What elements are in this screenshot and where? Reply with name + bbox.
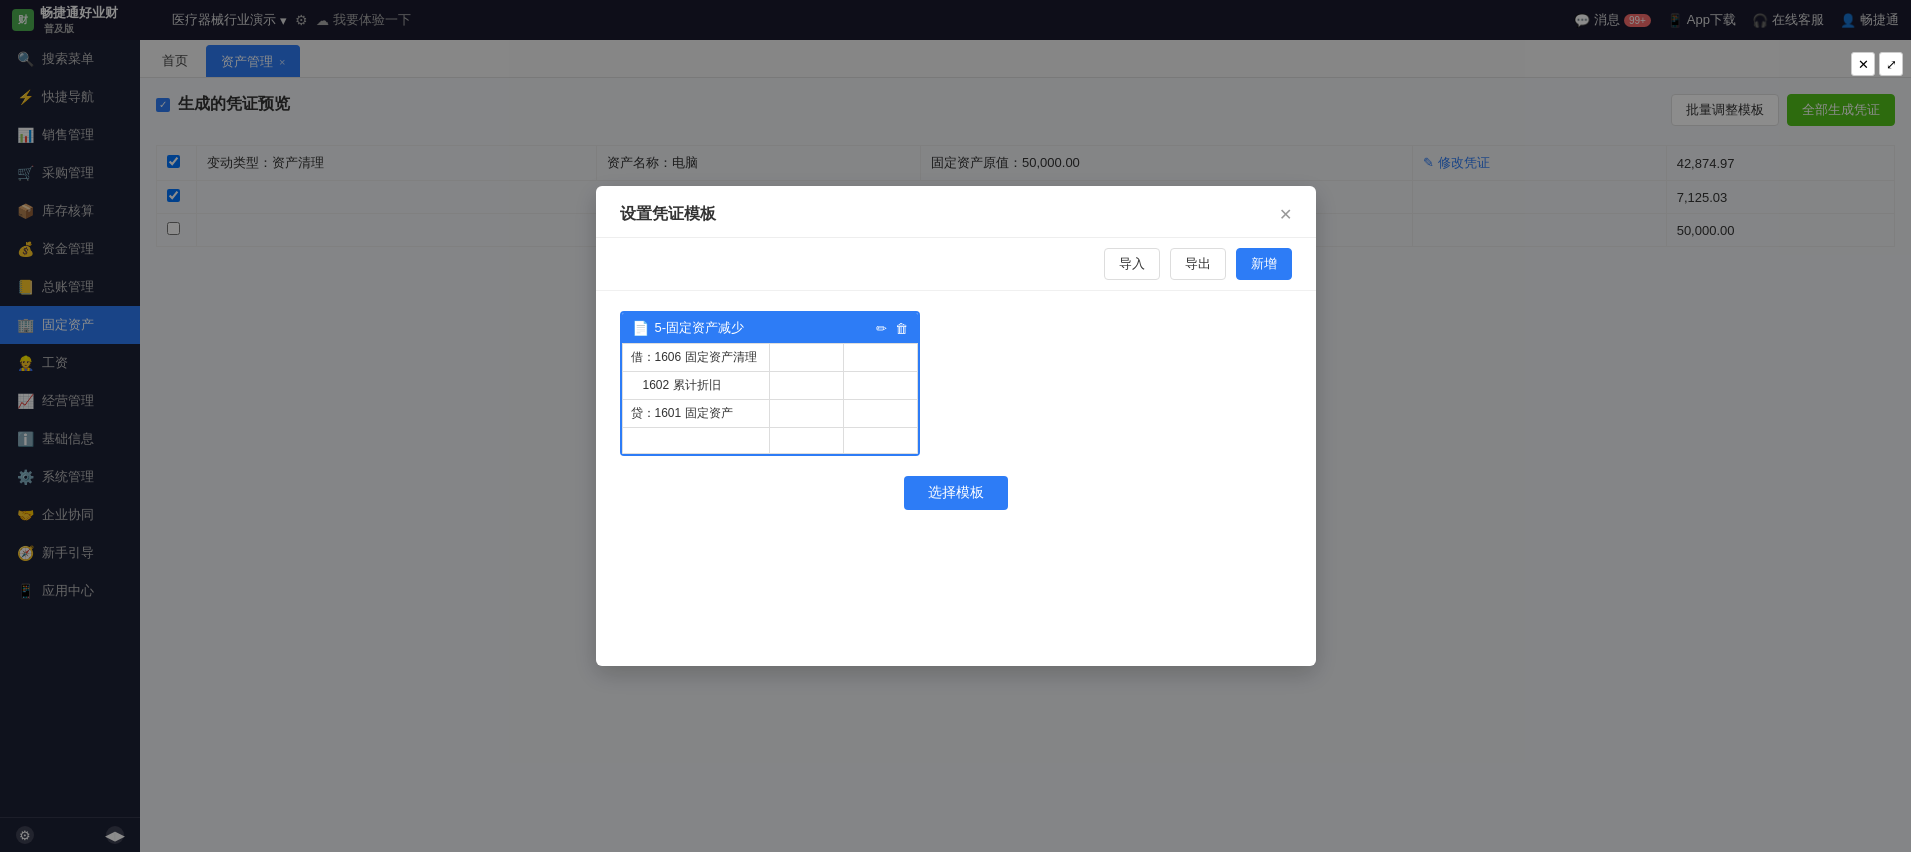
template-delete-icon[interactable]: 🗑 xyxy=(895,321,908,336)
template-header-actions: ✏ 🗑 xyxy=(876,321,908,336)
entry-direction-4 xyxy=(622,428,770,454)
modal-overlay: ✕ ⤢ 设置凭证模板 ✕ 导入 导出 新增 📄 5-固定资产减少 xyxy=(0,0,1911,852)
entry-direction-2: 1602 累计折旧 xyxy=(622,372,770,400)
select-template-container: 选择模板 xyxy=(620,476,1292,510)
import-btn[interactable]: 导入 xyxy=(1104,248,1160,280)
window-controls: ✕ ⤢ xyxy=(1851,52,1903,76)
entry-col3-3 xyxy=(843,400,917,428)
modal-body: 📄 5-固定资产减少 ✏ 🗑 借：1606 固定资产清理 xyxy=(596,291,1316,666)
entry-col3-4 xyxy=(843,428,917,454)
entry-col3-2 xyxy=(843,372,917,400)
expand-window-btn[interactable]: ⤢ xyxy=(1879,52,1903,76)
modal-close-btn[interactable]: ✕ xyxy=(1279,205,1292,224)
modal-dialog: 设置凭证模板 ✕ 导入 导出 新增 📄 5-固定资产减少 ✏ 🗑 xyxy=(596,186,1316,666)
modal-header: 设置凭证模板 ✕ xyxy=(596,186,1316,238)
close-window-icon: ✕ xyxy=(1858,57,1869,72)
modal-title: 设置凭证模板 xyxy=(620,204,716,225)
new-btn[interactable]: 新增 xyxy=(1236,248,1292,280)
template-doc-icon: 📄 xyxy=(632,320,649,336)
template-entry-row xyxy=(622,428,917,454)
expand-window-icon: ⤢ xyxy=(1886,57,1897,72)
export-btn[interactable]: 导出 xyxy=(1170,248,1226,280)
entry-amount-2 xyxy=(770,372,844,400)
template-entry-row: 1602 累计折旧 xyxy=(622,372,917,400)
entry-amount-1 xyxy=(770,344,844,372)
close-window-btn[interactable]: ✕ xyxy=(1851,52,1875,76)
template-entry-row: 贷：1601 固定资产 xyxy=(622,400,917,428)
template-header-left: 📄 5-固定资产减少 xyxy=(632,319,745,337)
entry-amount-4 xyxy=(770,428,844,454)
modal-toolbar: 导入 导出 新增 xyxy=(596,238,1316,291)
template-entry-row: 借：1606 固定资产清理 xyxy=(622,344,917,372)
entry-direction-1: 借：1606 固定资产清理 xyxy=(622,344,770,372)
template-entries-table: 借：1606 固定资产清理 1602 累计折旧 贷：1601 固定资产 xyxy=(622,343,918,454)
template-card: 📄 5-固定资产减少 ✏ 🗑 借：1606 固定资产清理 xyxy=(620,311,920,456)
select-template-btn[interactable]: 选择模板 xyxy=(904,476,1008,510)
template-body: 借：1606 固定资产清理 1602 累计折旧 贷：1601 固定资产 xyxy=(622,343,918,454)
entry-col3-1 xyxy=(843,344,917,372)
template-name: 5-固定资产减少 xyxy=(655,319,745,337)
entry-amount-3 xyxy=(770,400,844,428)
entry-direction-3: 贷：1601 固定资产 xyxy=(622,400,770,428)
template-header: 📄 5-固定资产减少 ✏ 🗑 xyxy=(622,313,918,343)
template-edit-icon[interactable]: ✏ xyxy=(876,321,887,336)
